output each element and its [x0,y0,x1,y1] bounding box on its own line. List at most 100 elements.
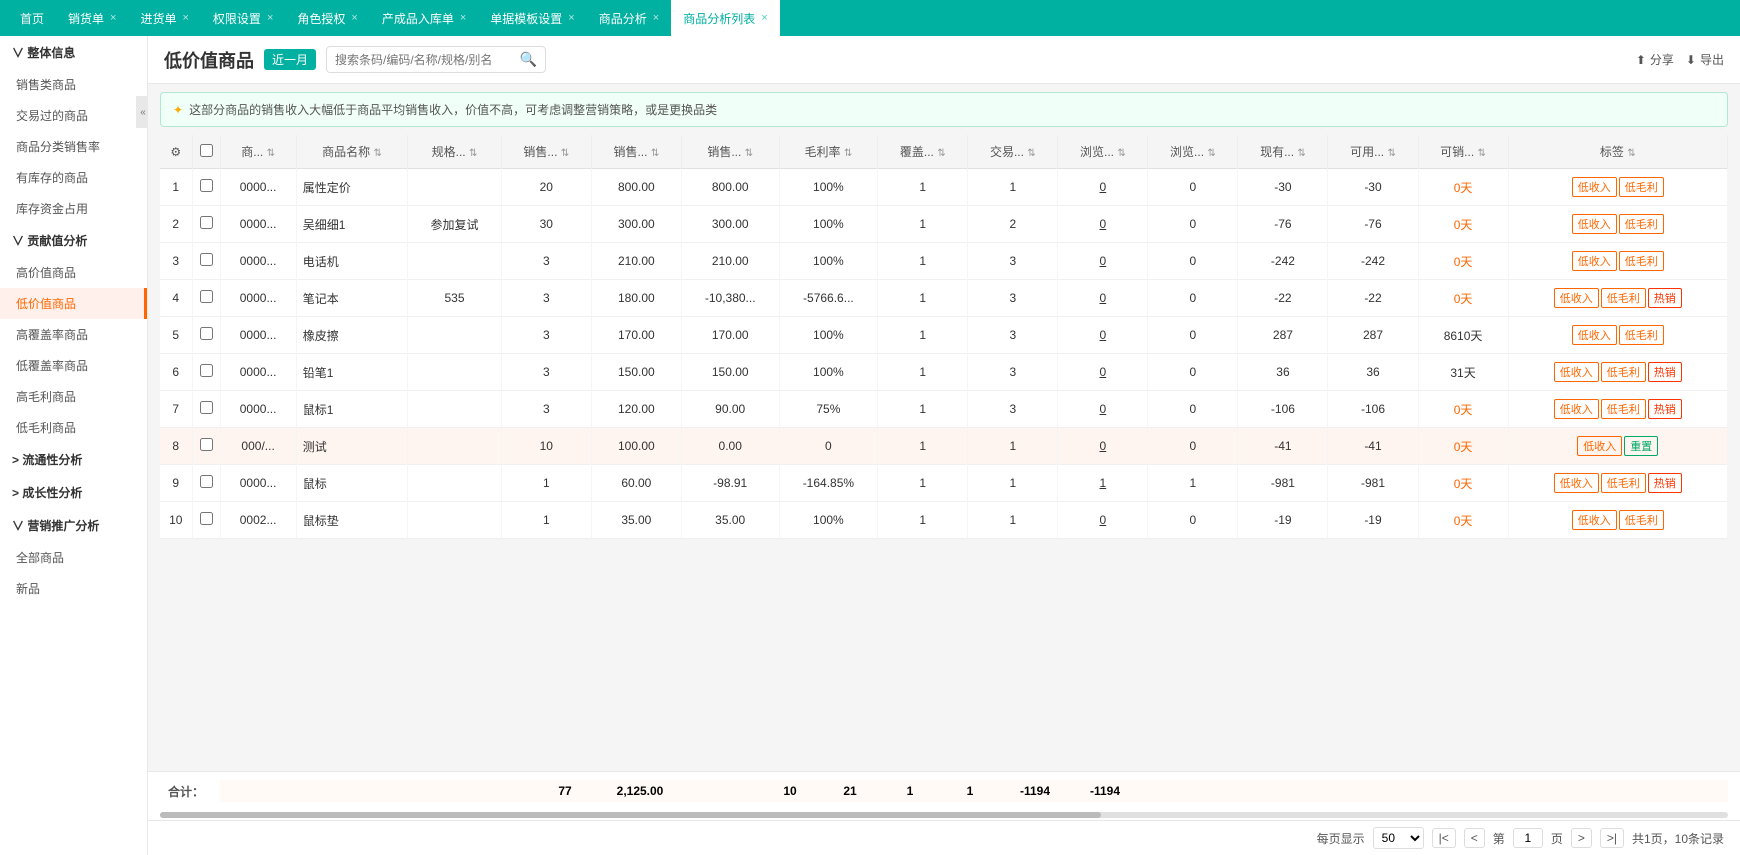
table-header-row: ⚙ 商... ⇅ 商品名称 ⇅ 规格... ⇅ 销售... ⇅ 销售... ⇅ … [160,135,1728,169]
export-button[interactable]: ⬇ 导出 [1686,51,1724,68]
sidebar-item-high-margin[interactable]: 高毛利商品 [0,381,147,412]
row-checkbox[interactable] [192,391,220,428]
row-views1[interactable]: 0 [1058,502,1148,539]
row-num: 8 [160,428,192,465]
th-current-stock[interactable]: 现有... ⇅ [1238,135,1328,169]
nav-product-analysis[interactable]: 商品分析 × [587,0,671,36]
nav-template-settings[interactable]: 单据模板设置 × [478,0,586,36]
row-checkbox[interactable] [192,317,220,354]
page-title: 低价值商品 [164,47,254,73]
row-checkbox[interactable] [192,169,220,206]
row-views1[interactable]: 0 [1058,243,1148,280]
nav-product-instock[interactable]: 产成品入库单 × [370,0,478,36]
product-tag: 低毛利 [1619,214,1664,234]
row-checkbox[interactable] [192,465,220,502]
sidebar-group-contribution[interactable]: ∨ 贡献值分析 [0,224,147,257]
next-page-btn[interactable]: > [1571,828,1592,848]
sidebar-item-stock-fund[interactable]: 库存资金占用 [0,193,147,224]
row-margin: -5766.6... [779,280,878,317]
th-settings[interactable]: ⚙ [160,135,192,169]
search-icon[interactable]: 🔍 [520,51,537,68]
close-product-analysis[interactable]: × [653,12,659,24]
row-coverage: 1 [878,317,968,354]
page-size-label: 每页显示 [1317,830,1365,847]
row-code: 0000... [220,391,296,428]
row-views1[interactable]: 1 [1058,465,1148,502]
nav-sales-order[interactable]: 销货单 × [56,0,128,36]
row-checkbox[interactable] [192,354,220,391]
row-views2: 0 [1148,391,1238,428]
sidebar-item-traded-products[interactable]: 交易过的商品 [0,100,147,131]
th-coverage[interactable]: 覆盖... ⇅ [878,135,968,169]
row-checkbox[interactable] [192,206,220,243]
sidebar-item-low-value[interactable]: 低价值商品 [0,288,147,319]
product-tag: 重置 [1624,436,1658,456]
th-views1[interactable]: 浏览... ⇅ [1058,135,1148,169]
th-sales-income[interactable]: 销售... ⇅ [591,135,681,169]
first-page-btn[interactable]: |< [1432,828,1456,848]
nav-home[interactable]: 首页 [8,0,56,36]
sidebar-item-low-coverage[interactable]: 低覆盖率商品 [0,350,147,381]
th-checkbox[interactable] [192,135,220,169]
close-role-auth[interactable]: × [351,12,357,24]
row-checkbox[interactable] [192,243,220,280]
sidebar-collapse-btn[interactable]: « [136,96,148,128]
close-product-instock[interactable]: × [460,12,466,24]
th-transactions[interactable]: 交易... ⇅ [968,135,1058,169]
sidebar-group-marketing[interactable]: ∨ 营销推广分析 [0,509,147,542]
row-views1[interactable]: 0 [1058,354,1148,391]
row-views1[interactable]: 0 [1058,169,1148,206]
th-saleable-stock[interactable]: 可销... ⇅ [1418,135,1508,169]
row-checkbox[interactable] [192,502,220,539]
prev-page-btn[interactable]: < [1464,828,1485,848]
th-views2[interactable]: 浏览... ⇅ [1148,135,1238,169]
share-button[interactable]: ⬆ 分享 [1636,51,1674,68]
th-sales-profit[interactable]: 销售... ⇅ [681,135,779,169]
sidebar-group-growth[interactable]: > 成长性分析 [0,476,147,509]
th-tags[interactable]: 标签 ⇅ [1508,135,1727,169]
sidebar-item-new-products[interactable]: 新品 [0,573,147,604]
close-sales-order[interactable]: × [110,12,116,24]
sidebar-group-overall[interactable]: ∨ 整体信息 [0,36,147,69]
page-number-input[interactable] [1513,828,1543,848]
close-template-settings[interactable]: × [568,12,574,24]
th-spec[interactable]: 规格... ⇅ [408,135,502,169]
row-views1[interactable]: 0 [1058,280,1148,317]
sidebar-item-sales-products[interactable]: 销售类商品 [0,69,147,100]
nav-purchase-order[interactable]: 进货单 × [128,0,200,36]
th-available-stock[interactable]: 可用... ⇅ [1328,135,1418,169]
sidebar-item-category-sales-rate[interactable]: 商品分类销售率 [0,131,147,162]
nav-permissions[interactable]: 权限设置 × [201,0,285,36]
th-name[interactable]: 商品名称 ⇅ [296,135,408,169]
close-purchase-order[interactable]: × [182,12,188,24]
page-size-select[interactable]: 50 100 200 [1373,827,1424,849]
sidebar-item-high-value[interactable]: 高价值商品 [0,257,147,288]
sidebar-item-low-margin[interactable]: 低毛利商品 [0,412,147,443]
last-page-btn[interactable]: >| [1600,828,1624,848]
th-sales-q[interactable]: 销售... ⇅ [501,135,591,169]
row-current-stock: -19 [1238,502,1328,539]
th-margin[interactable]: 毛利率 ⇅ [779,135,878,169]
time-badge[interactable]: 近一月 [264,49,316,70]
select-all-checkbox[interactable] [200,144,213,157]
row-sales-income: 35.00 [591,502,681,539]
row-views1[interactable]: 0 [1058,317,1148,354]
close-permissions[interactable]: × [267,12,273,24]
page-word: 第 [1493,830,1505,847]
search-input[interactable] [335,53,516,67]
row-checkbox[interactable] [192,428,220,465]
sidebar-item-in-stock-products[interactable]: 有库存的商品 [0,162,147,193]
row-views1[interactable]: 0 [1058,206,1148,243]
th-code[interactable]: 商... ⇅ [220,135,296,169]
product-tag: 热销 [1648,288,1682,308]
sidebar-group-circulation[interactable]: > 流通性分析 [0,443,147,476]
row-views2: 0 [1148,317,1238,354]
sidebar-item-all-products[interactable]: 全部商品 [0,542,147,573]
row-views1[interactable]: 0 [1058,391,1148,428]
close-product-analysis-list[interactable]: × [761,12,767,24]
row-views1[interactable]: 0 [1058,428,1148,465]
sidebar-item-high-coverage[interactable]: 高覆盖率商品 [0,319,147,350]
nav-product-analysis-list[interactable]: 商品分析列表 × [671,0,779,36]
row-checkbox[interactable] [192,280,220,317]
nav-role-auth[interactable]: 角色授权 × [285,0,369,36]
